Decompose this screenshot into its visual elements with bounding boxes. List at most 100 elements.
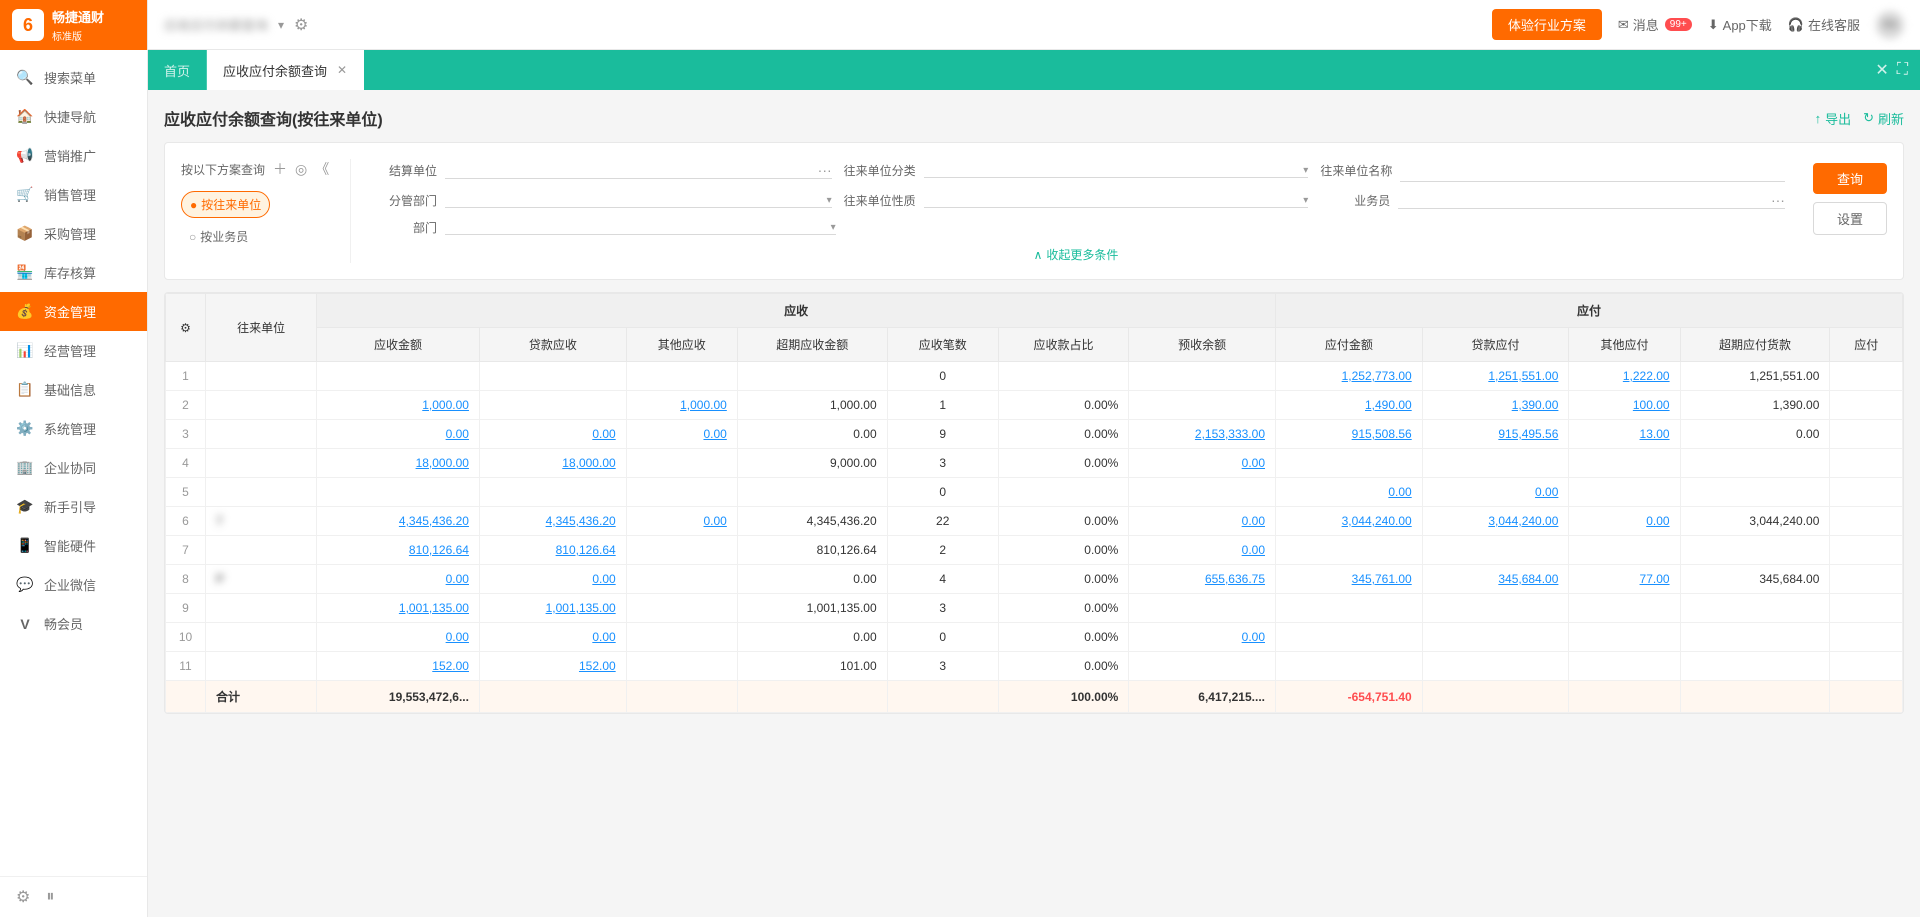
ap-tail xyxy=(1830,652,1903,681)
ar-overdue-header: 超期应收金额 xyxy=(737,328,887,362)
ar-count: 0 xyxy=(887,623,998,652)
dept-manager-label: 分管部门 xyxy=(367,192,437,209)
view-by-salesperson[interactable]: ○ 按业务员 xyxy=(181,224,256,249)
sidebar-item-system[interactable]: ⚙️ 系统管理 xyxy=(0,409,147,448)
message-btn[interactable]: ✉ 消息 99+ xyxy=(1618,15,1692,34)
partner-name: 7 xyxy=(206,507,317,536)
settlement-unit-field[interactable] xyxy=(445,163,814,177)
sidebar-item-wechat[interactable]: 💬 企业微信 xyxy=(0,565,147,604)
add-filter-icon[interactable]: ＋ xyxy=(273,159,287,179)
ar-loan: 0.00 xyxy=(479,565,626,594)
settings-bottom-icon[interactable]: ⚙ xyxy=(16,887,30,907)
ar-loan: 1,001,135.00 xyxy=(479,594,626,623)
sidebar-item-hardware[interactable]: 📱 智能硬件 xyxy=(0,526,147,565)
settings-gear-icon[interactable]: ⚙ xyxy=(294,15,308,35)
back-filter-icon[interactable]: 《 xyxy=(315,159,329,179)
settlement-unit-input[interactable]: ··· xyxy=(445,162,832,179)
ar-amount xyxy=(317,362,480,391)
ap-loan xyxy=(1422,449,1569,478)
query-btn[interactable]: 查询 xyxy=(1813,163,1887,194)
sidebar-item-label: 系统管理 xyxy=(44,419,96,438)
export-btn[interactable]: ↑ 导出 xyxy=(1815,109,1852,128)
sidebar-item-sales[interactable]: 🛒 销售管理 xyxy=(0,175,147,214)
filter-department: 部门 ▾ xyxy=(367,219,836,236)
department-field[interactable] xyxy=(445,220,827,234)
salesperson-dots-icon[interactable]: ··· xyxy=(1771,192,1785,208)
partner-name xyxy=(206,652,317,681)
ar-count: 3 xyxy=(887,594,998,623)
ar-loan: 152.00 xyxy=(479,652,626,681)
ar-other xyxy=(626,623,737,652)
ap-other: 77.00 xyxy=(1569,565,1680,594)
sidebar: 6 畅捷通财 标准版 🔍 搜索菜单 🏠 快捷导航 📢 营销推广 🛒 销售管理 📦… xyxy=(0,0,148,917)
sidebar-item-search[interactable]: 🔍 搜索菜单 xyxy=(0,58,147,97)
ar-amount xyxy=(317,478,480,507)
partner-nature-select[interactable]: ▾ xyxy=(924,193,1309,208)
collapse-bar[interactable]: ∧ 收起更多条件 xyxy=(367,246,1785,263)
sidebar-item-inventory[interactable]: 🏪 库存核算 xyxy=(0,253,147,292)
ar-loan xyxy=(479,478,626,507)
maximize-icon[interactable]: ⛶ xyxy=(1897,61,1908,79)
partner-nature-field[interactable] xyxy=(924,193,1300,207)
user-avatar[interactable]: Rit xyxy=(1876,11,1904,39)
close-window-icon[interactable]: ✕ xyxy=(1875,60,1888,80)
sidebar-item-label: 搜索菜单 xyxy=(44,68,96,87)
app-download-btn[interactable]: ⬇ App下载 xyxy=(1708,15,1772,34)
solution-btn[interactable]: 体验行业方案 xyxy=(1492,9,1602,40)
ar-count: 0 xyxy=(887,362,998,391)
sidebar-item-member[interactable]: V 畅会员 xyxy=(0,604,147,643)
search-menu-icon: 🔍 xyxy=(16,69,34,86)
dept-manager-select[interactable]: ▾ xyxy=(445,193,832,208)
ap-other: 100.00 xyxy=(1569,391,1680,420)
sidebar-item-operation[interactable]: 📊 经营管理 xyxy=(0,331,147,370)
settings-btn[interactable]: 设置 xyxy=(1813,202,1887,235)
tab-ar-ap[interactable]: 应收应付余额查询 ✕ xyxy=(207,50,364,90)
sidebar-item-basicinfo[interactable]: 📋 基础信息 xyxy=(0,370,147,409)
sidebar-item-purchase[interactable]: 📦 采购管理 xyxy=(0,214,147,253)
ar-ratio: 0.00% xyxy=(998,565,1128,594)
table-container: ⚙ 往来单位 应收 应付 应收金额 贷款应收 其他应收 超期应收金额 应收笔数 … xyxy=(164,292,1904,714)
sidebar-item-label: 资金管理 xyxy=(44,302,96,321)
logo-text: 畅捷通财 xyxy=(52,7,104,26)
inventory-icon: 🏪 xyxy=(16,264,34,281)
main-content: 应收应付余额查询(按往来单位) ↑ 导出 ↻ 刷新 按以下方案查询 xyxy=(148,90,1920,917)
online-service-btn[interactable]: 🎧 在线客服 xyxy=(1788,15,1860,34)
table-row: 4 18,000.00 18,000.00 9,000.00 3 0.00% 0… xyxy=(166,449,1903,478)
sidebar-item-marketing[interactable]: 📢 营销推广 xyxy=(0,136,147,175)
table-settings-col[interactable]: ⚙ xyxy=(166,294,206,362)
ar-ratio: 0.00% xyxy=(998,507,1128,536)
settlement-dots-icon[interactable]: ··· xyxy=(818,162,832,178)
ar-amount: 152.00 xyxy=(317,652,480,681)
ar-overdue: 0.00 xyxy=(737,623,887,652)
sidebar-item-quicknav[interactable]: 🏠 快捷导航 xyxy=(0,97,147,136)
tab-home[interactable]: 首页 xyxy=(148,50,207,90)
sidebar-item-guide[interactable]: 🎓 新手引导 xyxy=(0,487,147,526)
partner-category-field[interactable] xyxy=(924,163,1300,177)
sidebar-item-label: 销售管理 xyxy=(44,185,96,204)
company-icon: 🏢 xyxy=(16,459,34,476)
dept-manager-field[interactable] xyxy=(445,193,823,207)
sidebar-item-company[interactable]: 🏢 企业协同 xyxy=(0,448,147,487)
partner-name xyxy=(206,536,317,565)
ap-other xyxy=(1569,449,1680,478)
salesperson-input[interactable]: ··· xyxy=(1398,192,1785,209)
salesperson-field[interactable] xyxy=(1398,193,1767,207)
collapse-sidebar-icon[interactable]: ⏸ xyxy=(46,888,54,906)
row-num: 10 xyxy=(166,623,206,652)
partner-category-select[interactable]: ▾ xyxy=(924,163,1309,178)
table-row: 2 1,000.00 1,000.00 1,000.00 1 0.00% 1,4… xyxy=(166,391,1903,420)
view-by-partner[interactable]: ● 按往来单位 xyxy=(181,191,270,218)
ar-advance xyxy=(1129,478,1276,507)
footer-ap-loan xyxy=(1422,681,1569,713)
partner-name-field[interactable] xyxy=(1400,159,1785,182)
department-select[interactable]: ▾ xyxy=(445,220,836,235)
ar-amount: 810,126.64 xyxy=(317,536,480,565)
sidebar-menu: 🔍 搜索菜单 🏠 快捷导航 📢 营销推广 🛒 销售管理 📦 采购管理 🏪 库存核… xyxy=(0,50,147,651)
refresh-icon: ↻ xyxy=(1863,110,1874,126)
sidebar-item-finance[interactable]: 💰 资金管理 xyxy=(0,292,147,331)
edit-filter-icon[interactable]: ◎ xyxy=(295,161,307,178)
ap-tail xyxy=(1830,536,1903,565)
refresh-btn[interactable]: ↻ 刷新 xyxy=(1863,109,1904,128)
partner-category-label: 往来单位分类 xyxy=(844,162,916,179)
tab-close-icon[interactable]: ✕ xyxy=(337,63,347,77)
